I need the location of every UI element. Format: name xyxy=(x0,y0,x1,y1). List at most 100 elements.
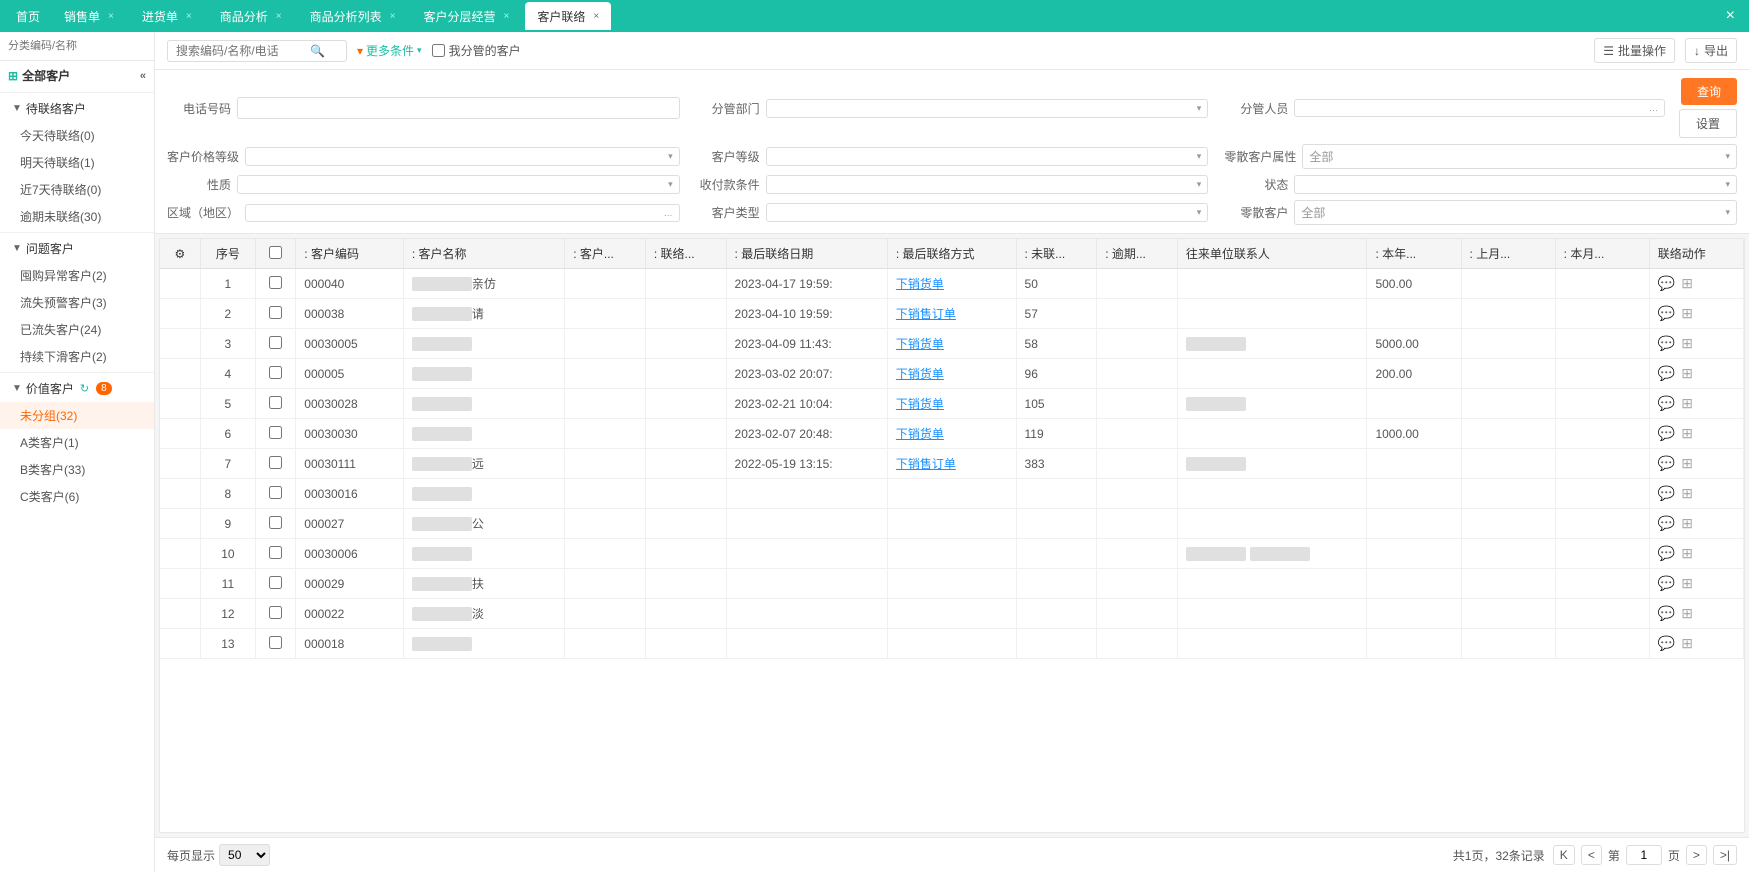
grid-action-icon[interactable]: ⊞ xyxy=(1681,455,1693,472)
person-select[interactable]: … xyxy=(1294,99,1665,117)
sidebar-item-7days[interactable]: 近7天待联络(0) xyxy=(0,176,154,203)
price-level-select[interactable]: ▾ xyxy=(245,147,680,166)
reset-button[interactable]: 设置 xyxy=(1679,109,1737,138)
chat-action-icon[interactable]: 💬 xyxy=(1658,425,1675,442)
chat-action-icon[interactable]: 💬 xyxy=(1658,575,1675,592)
nav-tab-analysis-list[interactable]: 商品分析列表 × xyxy=(298,2,408,30)
row-check[interactable] xyxy=(255,479,295,509)
search-input[interactable] xyxy=(176,44,306,58)
row-check[interactable] xyxy=(255,629,295,659)
grid-action-icon[interactable]: ⊞ xyxy=(1681,605,1693,622)
last-page-button[interactable]: >| xyxy=(1713,845,1737,865)
row-checkbox[interactable] xyxy=(269,306,282,319)
window-close-button[interactable]: × xyxy=(1720,7,1741,25)
grid-action-icon[interactable]: ⊞ xyxy=(1681,635,1693,652)
grid-action-icon[interactable]: ⊞ xyxy=(1681,395,1693,412)
row-checkbox[interactable] xyxy=(269,606,282,619)
row-check[interactable] xyxy=(255,449,295,479)
grid-action-icon[interactable]: ⊞ xyxy=(1681,305,1693,322)
phone-input[interactable] xyxy=(237,97,680,119)
row-checkbox[interactable] xyxy=(269,276,282,289)
row-checkbox[interactable] xyxy=(269,636,282,649)
close-customer-mgmt-icon[interactable]: × xyxy=(503,11,509,22)
status-select[interactable]: ▾ xyxy=(1294,175,1737,194)
batch-op-button[interactable]: ☰ 批量操作 xyxy=(1594,38,1675,63)
row-checkbox[interactable] xyxy=(269,456,282,469)
per-page-select[interactable]: 50 20 100 xyxy=(219,844,270,866)
nav-home[interactable]: 首页 xyxy=(8,8,48,25)
row-check[interactable] xyxy=(255,329,295,359)
retail-attr-select[interactable]: 全部 ▾ xyxy=(1302,144,1737,169)
grid-action-icon[interactable]: ⊞ xyxy=(1681,575,1693,592)
chat-action-icon[interactable]: 💬 xyxy=(1658,305,1675,322)
next-page-button[interactable]: > xyxy=(1686,845,1707,865)
nav-tab-sales[interactable]: 销售单 × xyxy=(52,2,126,30)
close-purchase-icon[interactable]: × xyxy=(186,11,192,22)
chat-action-icon[interactable]: 💬 xyxy=(1658,515,1675,532)
prev-page-button[interactable]: < xyxy=(1581,845,1602,865)
chat-action-icon[interactable]: 💬 xyxy=(1658,335,1675,352)
grid-action-icon[interactable]: ⊞ xyxy=(1681,275,1693,292)
chat-action-icon[interactable]: 💬 xyxy=(1658,485,1675,502)
chat-action-icon[interactable]: 💬 xyxy=(1658,605,1675,622)
grid-action-icon[interactable]: ⊞ xyxy=(1681,335,1693,352)
nav-tab-customer-mgmt[interactable]: 客户分层经营 × xyxy=(411,2,521,30)
row-checkbox[interactable] xyxy=(269,546,282,559)
first-page-button[interactable]: K xyxy=(1553,845,1575,865)
chat-action-icon[interactable]: 💬 xyxy=(1658,395,1675,412)
all-customers-header[interactable]: ⊞ 全部客户 « xyxy=(0,61,154,90)
grid-action-icon[interactable]: ⊞ xyxy=(1681,425,1693,442)
sidebar-search-input[interactable] xyxy=(8,40,150,52)
row-checkbox[interactable] xyxy=(269,336,282,349)
row-checkbox[interactable] xyxy=(269,516,282,529)
row-check[interactable] xyxy=(255,359,295,389)
close-customer-contact-icon[interactable]: × xyxy=(593,11,599,22)
check-col-header[interactable] xyxy=(255,239,295,269)
grid-action-icon[interactable]: ⊞ xyxy=(1681,515,1693,532)
chat-action-icon[interactable]: 💬 xyxy=(1658,275,1675,292)
page-number-input[interactable] xyxy=(1626,845,1662,865)
search-icon[interactable]: 🔍 xyxy=(310,44,325,58)
close-sales-icon[interactable]: × xyxy=(108,11,114,22)
query-button[interactable]: 查询 xyxy=(1681,78,1737,105)
sidebar-item-today[interactable]: 今天待联络(0) xyxy=(0,122,154,149)
close-analysis-list-icon[interactable]: × xyxy=(390,11,396,22)
row-check[interactable] xyxy=(255,389,295,419)
sidebar-item-churn-warning[interactable]: 流失预警客户(3) xyxy=(0,289,154,316)
export-button[interactable]: ↓ 导出 xyxy=(1685,38,1737,63)
row-checkbox[interactable] xyxy=(269,486,282,499)
row-check[interactable] xyxy=(255,509,295,539)
value-customers-header[interactable]: ▼ 价值客户 ↻ 8 xyxy=(0,375,154,402)
refresh-icon[interactable]: ↻ xyxy=(80,382,89,395)
sidebar-item-tomorrow[interactable]: 明天待联络(1) xyxy=(0,149,154,176)
row-check[interactable] xyxy=(255,599,295,629)
row-check[interactable] xyxy=(255,569,295,599)
row-checkbox[interactable] xyxy=(269,396,282,409)
sidebar-item-ungroup[interactable]: 未分组(32) xyxy=(0,402,154,429)
sidebar-item-hoarding[interactable]: 囤购异常客户(2) xyxy=(0,262,154,289)
nature-select[interactable]: ▾ xyxy=(237,175,680,194)
chat-action-icon[interactable]: 💬 xyxy=(1658,365,1675,382)
sidebar-item-class-b[interactable]: B类客户(33) xyxy=(0,456,154,483)
grid-action-icon[interactable]: ⊞ xyxy=(1681,365,1693,382)
select-all-checkbox[interactable] xyxy=(269,246,282,259)
close-analysis-icon[interactable]: × xyxy=(276,11,282,22)
row-check[interactable] xyxy=(255,299,295,329)
chat-action-icon[interactable]: 💬 xyxy=(1658,635,1675,652)
row-checkbox[interactable] xyxy=(269,426,282,439)
row-checkbox[interactable] xyxy=(269,366,282,379)
row-check[interactable] xyxy=(255,539,295,569)
nav-tab-customer-contact[interactable]: 客户联络 × xyxy=(525,2,611,30)
my-customers-checkbox[interactable] xyxy=(432,44,445,57)
payment-select[interactable]: ▾ xyxy=(766,175,1209,194)
grid-action-icon[interactable]: ⊞ xyxy=(1681,545,1693,562)
chat-action-icon[interactable]: 💬 xyxy=(1658,455,1675,472)
sidebar-item-declining[interactable]: 持续下滑客户(2) xyxy=(0,343,154,370)
nav-tab-purchase[interactable]: 进货单 × xyxy=(130,2,204,30)
retail-select[interactable]: 全部 ▾ xyxy=(1294,200,1737,225)
nav-tab-analysis[interactable]: 商品分析 × xyxy=(208,2,294,30)
more-conditions-btn[interactable]: ▾ 更多条件 ▾ xyxy=(357,42,422,59)
sidebar-item-class-a[interactable]: A类客户(1) xyxy=(0,429,154,456)
problem-customers-header[interactable]: ▼ 问题客户 xyxy=(0,235,154,262)
cust-level-select[interactable]: ▾ xyxy=(766,147,1209,166)
